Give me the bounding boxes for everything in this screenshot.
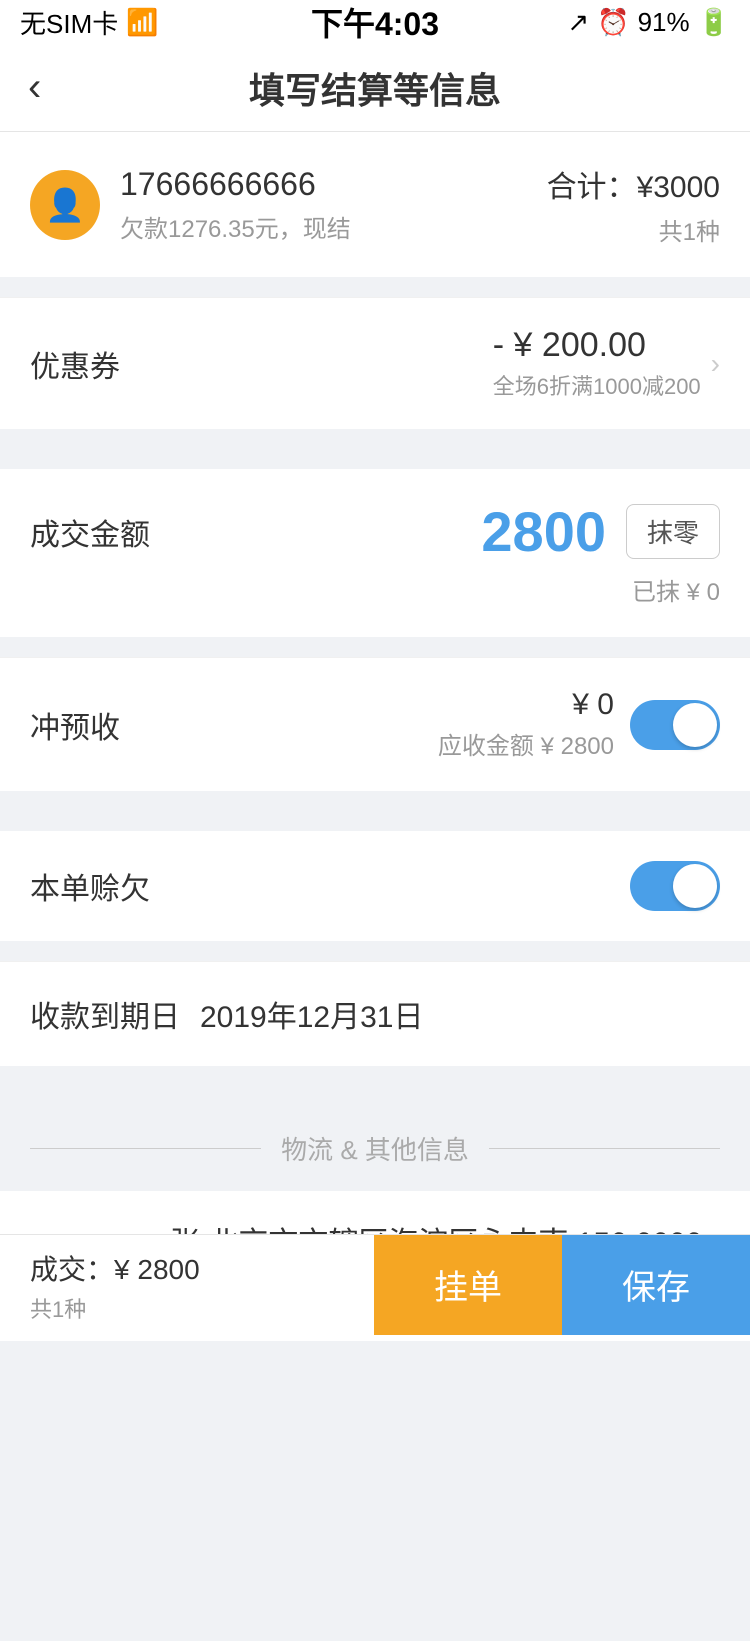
back-button[interactable]: ‹ bbox=[28, 65, 41, 110]
amount-sub: 已抹 ¥ 0 bbox=[30, 572, 720, 607]
amount-right: 2800 抹零 bbox=[481, 499, 720, 564]
prepay-row: 冲预收 ¥ 0 应收金额 ¥ 2800 bbox=[30, 688, 720, 761]
avatar: 👤 bbox=[30, 170, 100, 240]
item-count: 共1种 bbox=[547, 212, 720, 247]
prepay-label: 冲预收 bbox=[30, 703, 120, 747]
coupon-label: 优惠券 bbox=[30, 342, 120, 386]
user-left: 👤 17666666666 欠款1276.35元，现结 bbox=[30, 166, 351, 244]
gray-bg-area bbox=[0, 1361, 750, 1641]
carrier-text: 无SIM卡 bbox=[20, 4, 118, 41]
status-left: 无SIM卡 📶 bbox=[20, 4, 159, 41]
battery-icon: 🔋 bbox=[698, 7, 730, 38]
total-value: ¥3000 bbox=[637, 171, 720, 204]
coupon-info: - ¥ 200.00 全场6折满1000减200 bbox=[493, 326, 701, 401]
coupon-discount: - ¥ 200.00 bbox=[493, 326, 701, 365]
due-label: 收款到期日 bbox=[30, 992, 180, 1036]
chevron-right-icon: › bbox=[711, 348, 720, 380]
prepay-amount: ¥ 0 应收金额 ¥ 2800 bbox=[438, 688, 614, 761]
amount-row: 成交金额 2800 抹零 bbox=[30, 499, 720, 564]
location-icon: ↗ bbox=[567, 7, 589, 38]
alarm-icon: ⏰ bbox=[597, 7, 629, 38]
footer-info: 成交：¥ 2800 共1种 bbox=[0, 1246, 374, 1324]
user-debt: 欠款1276.35元，现结 bbox=[120, 209, 351, 244]
amount-section: 成交金额 2800 抹零 已抹 ¥ 0 bbox=[0, 469, 750, 637]
logistics-header: 物流 & 其他信息 bbox=[0, 1106, 750, 1191]
prepay-toggle[interactable] bbox=[630, 700, 720, 750]
debit-label: 本单赊欠 bbox=[30, 864, 150, 908]
avatar-icon: 👤 bbox=[45, 186, 85, 224]
status-time: 下午4:03 bbox=[311, 0, 439, 45]
prepay-value: ¥ 0 bbox=[438, 688, 614, 722]
logistics-line-right bbox=[489, 1148, 720, 1149]
user-info: 17666666666 欠款1276.35元，现结 bbox=[120, 166, 351, 244]
footer-deal-label: 成交： bbox=[30, 1254, 114, 1285]
user-total: 合计：¥3000 共1种 bbox=[547, 162, 720, 247]
save-button[interactable]: 保存 bbox=[562, 1235, 750, 1335]
section-divider-3 bbox=[0, 1086, 750, 1106]
prepay-right: ¥ 0 应收金额 ¥ 2800 bbox=[438, 688, 720, 761]
status-right: ↗ ⏰ 91% 🔋 bbox=[567, 7, 730, 38]
page-content: 👤 17666666666 欠款1276.35元，现结 合计：¥3000 共1种… bbox=[0, 132, 750, 1641]
section-divider-2 bbox=[0, 811, 750, 831]
due-row: 收款到期日 2019年12月31日 bbox=[30, 992, 720, 1036]
amount-value: 2800 bbox=[481, 499, 606, 564]
total-label: 合计： bbox=[547, 171, 637, 204]
user-card: 👤 17666666666 欠款1276.35元，现结 合计：¥3000 共1种 bbox=[0, 132, 750, 277]
debit-toggle[interactable] bbox=[630, 861, 720, 911]
prepay-sub: 应收金额 ¥ 2800 bbox=[438, 726, 614, 761]
coupon-right: - ¥ 200.00 全场6折满1000减200 › bbox=[493, 326, 720, 401]
user-phone: 17666666666 bbox=[120, 166, 351, 203]
debit-section: 本单赊欠 bbox=[0, 831, 750, 941]
logistics-label: 物流 & 其他信息 bbox=[281, 1130, 469, 1167]
due-value: 2019年12月31日 bbox=[200, 992, 423, 1036]
prepay-section: 冲预收 ¥ 0 应收金额 ¥ 2800 bbox=[0, 657, 750, 791]
logistics-line-left bbox=[30, 1148, 261, 1149]
status-bar: 无SIM卡 📶 下午4:03 ↗ ⏰ 91% 🔋 bbox=[0, 0, 750, 44]
coupon-row[interactable]: 优惠券 - ¥ 200.00 全场6折满1000减200 › bbox=[0, 297, 750, 429]
nav-bar: ‹ 填写结算等信息 bbox=[0, 44, 750, 132]
section-divider-1 bbox=[0, 449, 750, 469]
footer-count: 共1种 bbox=[30, 1292, 344, 1324]
battery-text: 91% bbox=[638, 7, 690, 38]
coupon-desc: 全场6折满1000减200 bbox=[493, 369, 701, 401]
footer-deal-amount: ¥ 2800 bbox=[114, 1254, 200, 1285]
page-title: 填写结算等信息 bbox=[249, 62, 501, 114]
round-button[interactable]: 抹零 bbox=[626, 504, 720, 559]
debit-row: 本单赊欠 bbox=[30, 861, 720, 911]
footer: 成交：¥ 2800 共1种 挂单 保存 bbox=[0, 1234, 750, 1334]
wifi-icon: 📶 bbox=[126, 7, 158, 38]
footer-amount: 成交：¥ 2800 bbox=[30, 1246, 344, 1288]
total-label-value: 合计：¥3000 bbox=[547, 162, 720, 206]
hang-button[interactable]: 挂单 bbox=[374, 1235, 562, 1335]
due-section: 收款到期日 2019年12月31日 bbox=[0, 961, 750, 1066]
amount-label: 成交金额 bbox=[30, 510, 150, 554]
